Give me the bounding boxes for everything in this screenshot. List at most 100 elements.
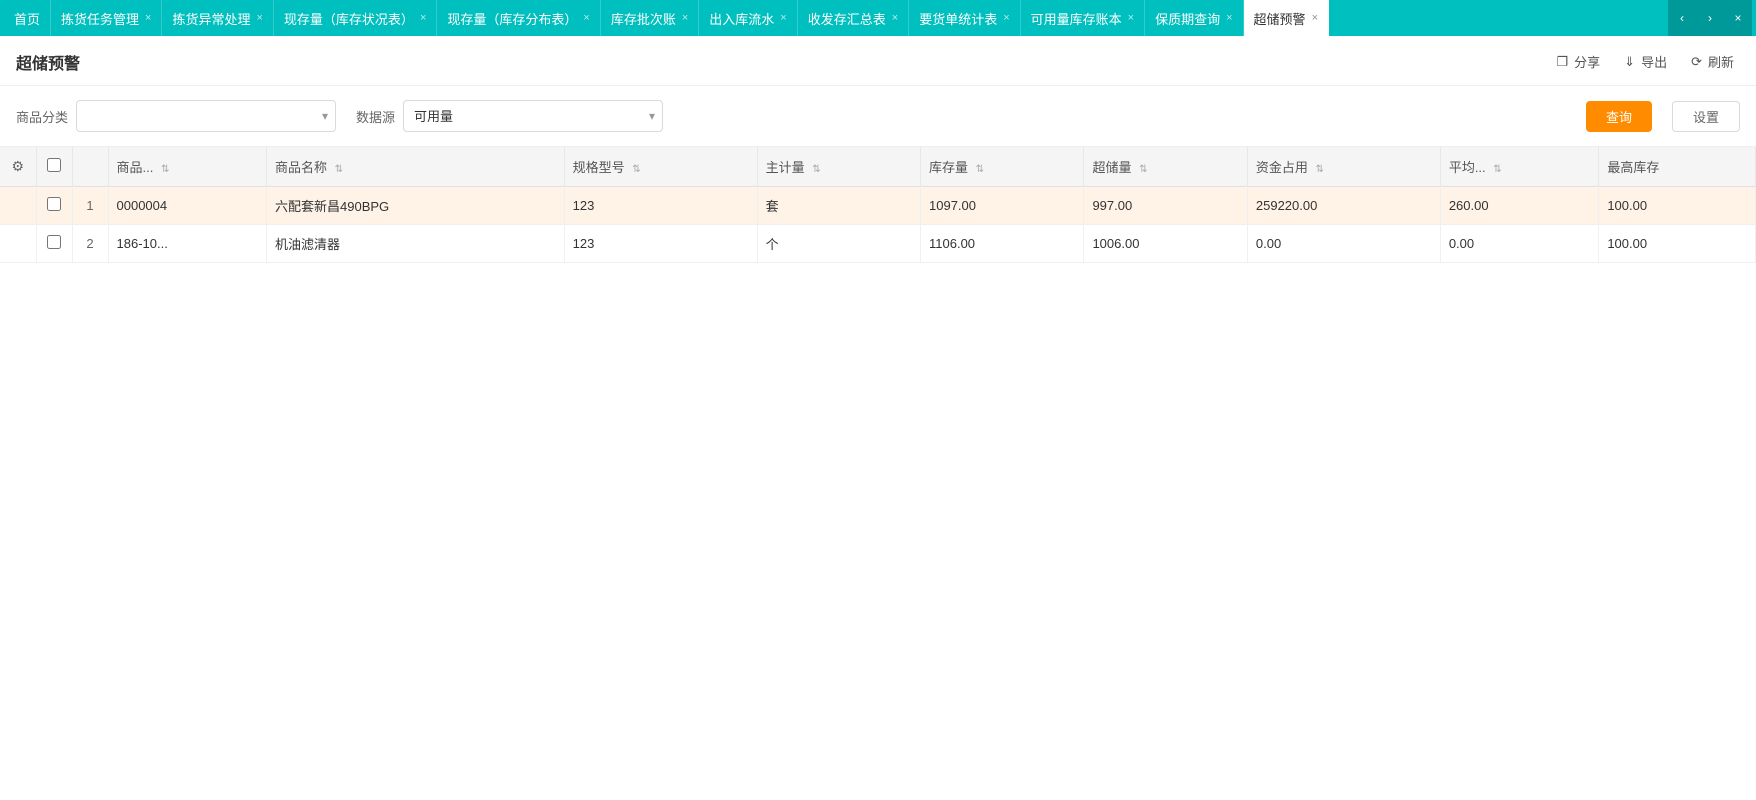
query-button[interactable]: 查询: [1586, 101, 1652, 132]
avg-cell: 0.00: [1440, 225, 1599, 263]
th-rownum: [72, 147, 108, 187]
th-overstock[interactable]: 超储量 ⇅: [1084, 147, 1247, 187]
close-icon[interactable]: ×: [420, 12, 426, 24]
header-actions: ❐ 分享 ⇓ 导出 ⟳ 刷新: [1550, 48, 1740, 75]
page-header: 超储预警 ❐ 分享 ⇓ 导出 ⟳ 刷新: [0, 36, 1756, 86]
nav-tab-inout[interactable]: 出入库流水 ×: [699, 0, 797, 36]
nav-tab-available[interactable]: 可用量库存账本 ×: [1021, 0, 1145, 36]
datasource-label: 数据源: [356, 107, 395, 126]
capital-cell: 0.00: [1247, 225, 1440, 263]
sort-icon: ⇅: [1316, 164, 1324, 175]
th-settings: ⚙: [0, 147, 36, 187]
row-num-cell: 2: [72, 225, 108, 263]
th-product-code[interactable]: 商品... ⇅: [108, 147, 267, 187]
nav-tab-quality[interactable]: 保质期查询 ×: [1145, 0, 1243, 36]
nav-tab-overstock[interactable]: 超储预警 ×: [1244, 0, 1329, 36]
page-title: 超储预警: [16, 50, 80, 74]
close-icon[interactable]: ×: [1128, 12, 1134, 24]
nav-tab-order-stat[interactable]: 要货单统计表 ×: [909, 0, 1020, 36]
unit-cell: 个: [757, 225, 920, 263]
row-settings-cell: [0, 187, 36, 225]
gear-icon[interactable]: ⚙: [11, 158, 24, 174]
filter-bar: 商品分类 ▾ 数据源 可用量 库存量 ▾ 查询 设置: [0, 86, 1756, 147]
th-product-name[interactable]: 商品名称 ⇅: [267, 147, 565, 187]
product-code-cell: 0000004: [108, 187, 267, 225]
th-max-stock[interactable]: 最高库存: [1599, 147, 1756, 187]
sort-icon: ⇅: [1493, 164, 1501, 175]
category-select[interactable]: [76, 100, 336, 132]
nav-close-button[interactable]: ×: [1724, 0, 1752, 36]
close-icon[interactable]: ×: [1226, 12, 1232, 24]
row-checkbox[interactable]: [47, 235, 61, 249]
nav-next-button[interactable]: ›: [1696, 0, 1724, 36]
overstock-cell: 997.00: [1084, 187, 1247, 225]
nav-tab-batch[interactable]: 库存批次账 ×: [601, 0, 699, 36]
refresh-icon: ⟳: [1691, 54, 1702, 70]
table-body: 1 0000004 六配套新昌490BPG 123 套 1097.00 997.…: [0, 187, 1756, 263]
nav-tab-collect[interactable]: 收发存汇总表 ×: [798, 0, 909, 36]
close-icon[interactable]: ×: [583, 12, 589, 24]
row-checkbox[interactable]: [47, 197, 61, 211]
close-icon[interactable]: ×: [1003, 12, 1009, 24]
page-container: 超储预警 ❐ 分享 ⇓ 导出 ⟳ 刷新 商品分类 ▾: [0, 36, 1756, 800]
export-icon: ⇓: [1624, 54, 1635, 70]
max-stock-cell: 100.00: [1599, 225, 1756, 263]
row-num-cell: 1: [72, 187, 108, 225]
spec-cell: 123: [564, 225, 757, 263]
data-table: ⚙ 商品... ⇅ 商品名称 ⇅ 规格型号: [0, 147, 1756, 263]
datasource-select-wrapper: 可用量 库存量 ▾: [403, 100, 663, 132]
sort-icon: ⇅: [976, 164, 984, 175]
datasource-filter-group: 数据源 可用量 库存量 ▾: [356, 100, 663, 132]
table-row: 1 0000004 六配套新昌490BPG 123 套 1097.00 997.…: [0, 187, 1756, 225]
category-label: 商品分类: [16, 107, 68, 126]
th-spec[interactable]: 规格型号 ⇅: [564, 147, 757, 187]
close-icon[interactable]: ×: [892, 12, 898, 24]
row-checkbox-cell: [36, 225, 72, 263]
nav-tab-stock-dist[interactable]: 现存量（库存分布表） ×: [437, 0, 600, 36]
max-stock-cell: 100.00: [1599, 187, 1756, 225]
sort-icon: ⇅: [335, 164, 343, 175]
top-nav: 首页 拣货任务管理 × 拣货异常处理 × 现存量（库存状况表） × 现存量（库存…: [0, 0, 1756, 36]
table-header-row: ⚙ 商品... ⇅ 商品名称 ⇅ 规格型号: [0, 147, 1756, 187]
close-icon[interactable]: ×: [145, 12, 151, 24]
nav-tab-stock-status[interactable]: 现存量（库存状况表） ×: [274, 0, 437, 36]
sort-icon: ⇅: [812, 164, 820, 175]
th-capital[interactable]: 资金占用 ⇅: [1247, 147, 1440, 187]
overstock-cell: 1006.00: [1084, 225, 1247, 263]
nav-tab-home[interactable]: 首页: [4, 0, 51, 36]
th-avg[interactable]: 平均... ⇅: [1440, 147, 1599, 187]
datasource-select[interactable]: 可用量 库存量: [403, 100, 663, 132]
sort-icon: ⇅: [161, 164, 169, 175]
close-icon[interactable]: ×: [682, 12, 688, 24]
nav-tab-task-mgmt[interactable]: 拣货任务管理 ×: [51, 0, 162, 36]
refresh-button[interactable]: ⟳ 刷新: [1685, 48, 1740, 75]
stock-cell: 1097.00: [921, 187, 1084, 225]
th-checkbox: [36, 147, 72, 187]
close-icon[interactable]: ×: [1312, 12, 1318, 24]
select-all-checkbox[interactable]: [47, 158, 61, 172]
row-checkbox-cell: [36, 187, 72, 225]
product-code-cell: 186-10...: [108, 225, 267, 263]
share-icon: ❐: [1556, 54, 1568, 70]
row-settings-cell: [0, 225, 36, 263]
category-filter-group: 商品分类 ▾: [16, 100, 336, 132]
product-name-cell: 六配套新昌490BPG: [267, 187, 565, 225]
th-stock[interactable]: 库存量 ⇅: [921, 147, 1084, 187]
sort-icon: ⇅: [632, 164, 640, 175]
close-icon[interactable]: ×: [256, 12, 262, 24]
export-button[interactable]: ⇓ 导出: [1618, 48, 1673, 75]
share-button[interactable]: ❐ 分享: [1550, 48, 1606, 75]
capital-cell: 259220.00: [1247, 187, 1440, 225]
nav-prev-button[interactable]: ‹: [1668, 0, 1696, 36]
nav-arrows: ‹ › ×: [1668, 0, 1752, 36]
table-container: ⚙ 商品... ⇅ 商品名称 ⇅ 规格型号: [0, 147, 1756, 263]
unit-cell: 套: [757, 187, 920, 225]
nav-tab-abnormal[interactable]: 拣货异常处理 ×: [162, 0, 273, 36]
settings-button[interactable]: 设置: [1672, 101, 1740, 132]
close-icon[interactable]: ×: [780, 12, 786, 24]
stock-cell: 1106.00: [921, 225, 1084, 263]
th-unit[interactable]: 主计量 ⇅: [757, 147, 920, 187]
category-select-wrapper: ▾: [76, 100, 336, 132]
table-row: 2 186-10... 机油滤清器 123 个 1106.00 1006.00 …: [0, 225, 1756, 263]
spec-cell: 123: [564, 187, 757, 225]
